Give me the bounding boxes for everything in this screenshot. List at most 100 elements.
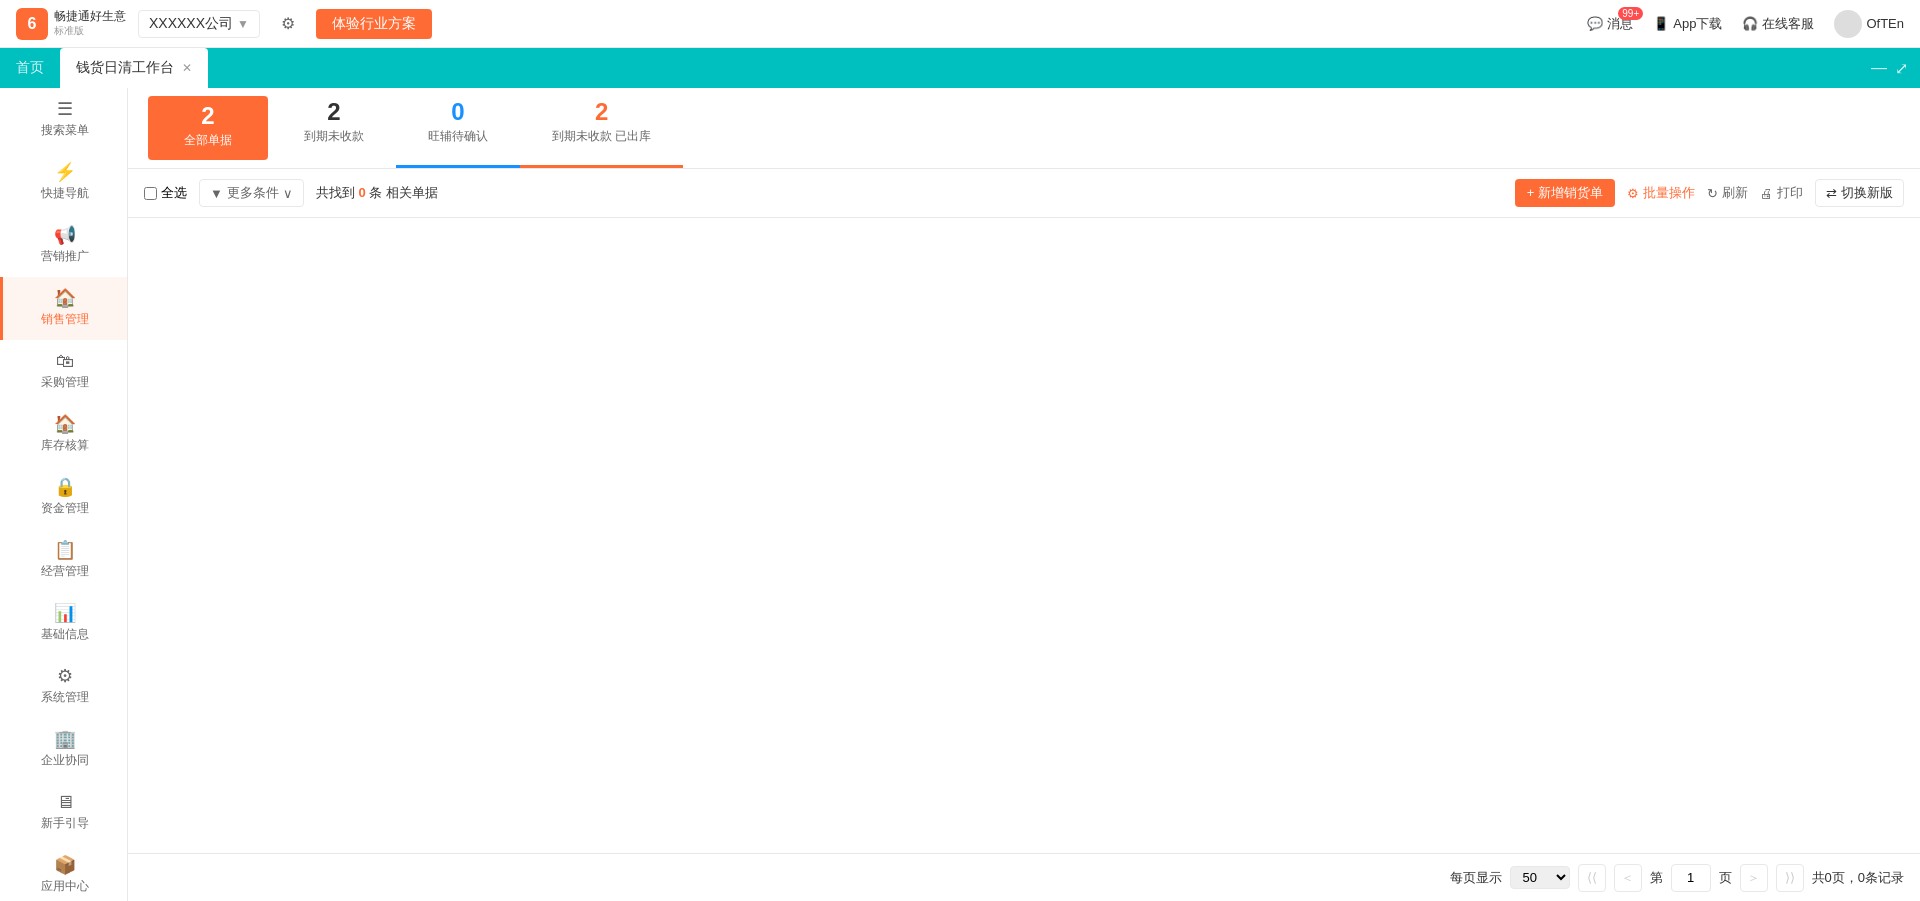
logo-icon: 6 — [16, 8, 48, 40]
page-last-btn[interactable]: ⟩⟩ — [1776, 864, 1804, 892]
finance-icon: 🔒 — [54, 478, 76, 496]
page-size-select[interactable]: 50 100 200 — [1510, 866, 1570, 889]
settings-button[interactable]: ⚙ — [272, 8, 304, 40]
purchase-icon: 🛍 — [56, 352, 74, 370]
content-area: 2 全部单据 2 到期未收款 0 旺辅待确认 2 到期未收款 已出库 全选 — [128, 88, 1920, 901]
stats-count-all: 2 — [201, 104, 214, 128]
toolbar-right: + 新增销货单 ⚙ 批量操作 ↻ 刷新 🖨 打印 ⇄ 切换新版 — [1515, 179, 1904, 207]
experience-btn[interactable]: 体验行业方案 — [316, 9, 432, 39]
page-first-btn[interactable]: ⟨⟨ — [1578, 864, 1606, 892]
filter-label: 更多条件 — [227, 184, 279, 202]
found-suffix: 相关单据 — [386, 185, 438, 200]
sidebar-label-basic-info: 基础信息 — [41, 626, 89, 643]
window-minimize-icon[interactable]: — — [1871, 59, 1887, 77]
new-sale-btn[interactable]: + 新增销货单 — [1515, 179, 1615, 207]
service-icon: 🎧 — [1742, 16, 1758, 31]
sidebar-item-enterprise[interactable]: 🏢 企业协同 — [0, 718, 127, 781]
sidebar-item-sales[interactable]: 🏠 销售管理 — [0, 277, 127, 340]
sidebar-item-system[interactable]: ⚙ 系统管理 — [0, 655, 127, 718]
stats-label-due-unpaid: 到期未收款 — [304, 128, 364, 145]
stats-tab-due-not-shipped[interactable]: 2 到期未收款 已出库 — [520, 88, 683, 168]
app-download-btn[interactable]: 📱 App下载 — [1653, 15, 1722, 33]
stats-label-due-not-shipped: 到期未收款 已出库 — [552, 128, 651, 145]
found-prefix: 共找到 — [316, 185, 355, 200]
operations-icon: 📋 — [54, 541, 76, 559]
sidebar-label-purchase: 采购管理 — [41, 374, 89, 391]
batch-btn[interactable]: ⚙ 批量操作 — [1627, 184, 1695, 202]
app-center-icon: 📦 — [54, 856, 76, 874]
per-page-label: 每页显示 — [1450, 869, 1502, 887]
sidebar-item-quick-nav[interactable]: ⚡ 快捷导航 — [0, 151, 127, 214]
sidebar-item-finance[interactable]: 🔒 资金管理 — [0, 466, 127, 529]
filter-icon: ▼ — [210, 186, 223, 201]
basic-info-icon: 📊 — [54, 604, 76, 622]
sales-icon: 🏠 — [54, 289, 76, 307]
tab-workbench-label: 钱货日清工作台 — [76, 59, 174, 77]
switch-version-btn[interactable]: ⇄ 切换新版 — [1815, 179, 1904, 207]
sidebar-item-operations[interactable]: 📋 经营管理 — [0, 529, 127, 592]
sidebar: ☰ 搜索菜单 ⚡ 快捷导航 📢 营销推广 🏠 销售管理 🛍 采购管理 🏠 库存核… — [0, 88, 128, 901]
select-all-label: 全选 — [161, 184, 187, 202]
sidebar-item-purchase[interactable]: 🛍 采购管理 — [0, 340, 127, 403]
guide-icon: 🖥 — [56, 793, 74, 811]
refresh-btn[interactable]: ↻ 刷新 — [1707, 184, 1748, 202]
sidebar-item-basic-info[interactable]: 📊 基础信息 — [0, 592, 127, 655]
username: OfTEn — [1866, 16, 1904, 31]
logo-area: 6 畅捷通好生意 标准版 — [16, 8, 126, 40]
found-unit: 条 — [369, 185, 382, 200]
sidebar-label-system: 系统管理 — [41, 689, 89, 706]
sidebar-item-inventory[interactable]: 🏠 库存核算 — [0, 403, 127, 466]
messages-btn[interactable]: 💬 消息 99+ — [1587, 15, 1633, 33]
app-download-label: App下载 — [1673, 15, 1722, 33]
select-all-input[interactable] — [144, 187, 157, 200]
stats-tab-pending[interactable]: 0 旺辅待确认 — [396, 88, 520, 168]
sidebar-label-search-menu: 搜索菜单 — [41, 122, 89, 139]
sidebar-label-inventory: 库存核算 — [41, 437, 89, 454]
print-btn[interactable]: 🖨 打印 — [1760, 184, 1803, 202]
page-label: 第 — [1650, 869, 1663, 887]
top-bar-right: 💬 消息 99+ 📱 App下载 🎧 在线客服 OfTEn — [1587, 10, 1904, 38]
tab-bar: 首页 钱货日清工作台 ✕ — ⤢ — [0, 48, 1920, 88]
toolbar: 全选 ▼ 更多条件 ∨ 共找到 0 条 相关单据 + 新增销货单 ⚙ 批量操作 — [128, 169, 1920, 218]
total-info: 共0页，0条记录 — [1812, 869, 1904, 887]
stats-tab-due-unpaid[interactable]: 2 到期未收款 — [272, 88, 396, 168]
refresh-label: 刷新 — [1722, 184, 1748, 202]
pagination-bar: 每页显示 50 100 200 ⟨⟨ ＜ 第 页 ＞ ⟩⟩ 共0页，0条记录 — [128, 853, 1920, 901]
page-next-btn[interactable]: ＞ — [1740, 864, 1768, 892]
sidebar-item-app-center[interactable]: 📦 应用中心 — [0, 844, 127, 901]
sidebar-item-search-menu[interactable]: ☰ 搜索菜单 — [0, 88, 127, 151]
online-service-btn[interactable]: 🎧 在线客服 — [1742, 15, 1814, 33]
switch-label: 切换新版 — [1841, 184, 1893, 202]
tab-daily-workbench[interactable]: 钱货日清工作台 ✕ — [60, 48, 208, 88]
sidebar-label-finance: 资金管理 — [41, 500, 89, 517]
company-arrow-icon: ▼ — [237, 17, 249, 31]
online-service-label: 在线客服 — [1762, 15, 1814, 33]
company-selector[interactable]: XXXXXX公司 ▼ — [138, 10, 260, 38]
select-all-checkbox[interactable]: 全选 — [144, 184, 187, 202]
filter-btn[interactable]: ▼ 更多条件 ∨ — [199, 179, 304, 207]
stats-tab-all[interactable]: 2 全部单据 — [148, 96, 268, 160]
sidebar-label-app-center: 应用中心 — [41, 878, 89, 895]
page-prev-btn[interactable]: ＜ — [1614, 864, 1642, 892]
print-label: 打印 — [1777, 184, 1803, 202]
page-input[interactable] — [1671, 864, 1711, 892]
tab-bar-actions: — ⤢ — [1871, 59, 1920, 78]
stats-count-pending: 0 — [451, 100, 464, 124]
switch-icon: ⇄ — [1826, 186, 1837, 201]
user-avatar-area[interactable]: OfTEn — [1834, 10, 1904, 38]
company-name: XXXXXX公司 — [149, 15, 233, 33]
found-count: 0 — [359, 185, 366, 200]
app-download-icon: 📱 — [1653, 16, 1669, 31]
tab-close-icon[interactable]: ✕ — [182, 61, 192, 75]
refresh-icon: ↻ — [1707, 186, 1718, 201]
sidebar-label-guide: 新手引导 — [41, 815, 89, 832]
tab-home[interactable]: 首页 — [0, 48, 60, 88]
sidebar-label-quick-nav: 快捷导航 — [41, 185, 89, 202]
top-bar: 6 畅捷通好生意 标准版 XXXXXX公司 ▼ ⚙ 体验行业方案 💬 消息 99… — [0, 0, 1920, 48]
sidebar-item-guide[interactable]: 🖥 新手引导 — [0, 781, 127, 844]
sidebar-item-marketing[interactable]: 📢 营销推广 — [0, 214, 127, 277]
window-maximize-icon[interactable]: ⤢ — [1895, 59, 1908, 78]
messages-badge: 99+ — [1618, 7, 1643, 20]
table-area — [128, 218, 1920, 853]
inventory-icon: 🏠 — [54, 415, 76, 433]
